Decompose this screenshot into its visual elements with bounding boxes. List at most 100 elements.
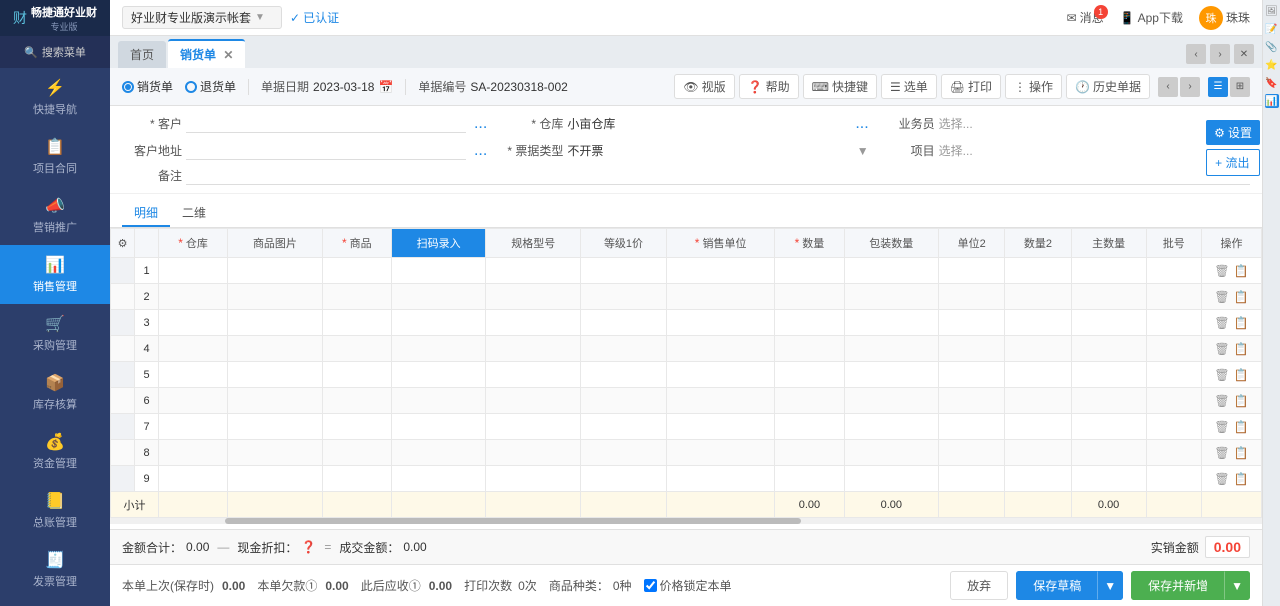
- cell-8-3[interactable]: [391, 440, 486, 466]
- sidebar-search[interactable]: 🔍 搜索菜单: [0, 36, 110, 68]
- delete-icon-3[interactable]: 🗑: [1214, 315, 1230, 331]
- cell-9-1[interactable]: [228, 466, 323, 492]
- cell-7-12[interactable]: [1146, 414, 1201, 440]
- cell-8-1[interactable]: [228, 440, 323, 466]
- cell-2-4[interactable]: [486, 284, 581, 310]
- cell-1-11[interactable]: [1071, 258, 1146, 284]
- cell-2-1[interactable]: [228, 284, 323, 310]
- cell-5-5[interactable]: [581, 362, 667, 388]
- view-btn[interactable]: 👁 视版: [674, 74, 734, 99]
- delete-icon-7[interactable]: 🗑: [1214, 419, 1230, 435]
- cell-5-1[interactable]: [228, 362, 323, 388]
- sidebar-item-invoice[interactable]: 🧾 发票管理: [0, 540, 110, 599]
- cell-5-3[interactable]: [391, 362, 486, 388]
- cell-3-0[interactable]: [159, 310, 228, 336]
- cell-1-1[interactable]: [228, 258, 323, 284]
- layout-grid-btn[interactable]: ⊞: [1230, 77, 1250, 97]
- cell-2-7[interactable]: [775, 284, 844, 310]
- copy-icon-4[interactable]: 📋: [1233, 341, 1249, 357]
- sidebar-item-tax[interactable]: 💼 税务管理: [0, 599, 110, 606]
- cell-4-12[interactable]: [1146, 336, 1201, 362]
- cell-5-8[interactable]: [844, 362, 939, 388]
- rp-icon-4[interactable]: ⭐: [1265, 58, 1279, 72]
- cell-8-12[interactable]: [1146, 440, 1201, 466]
- cell-2-5[interactable]: [581, 284, 667, 310]
- cell-8-0[interactable]: [159, 440, 228, 466]
- delete-icon-5[interactable]: 🗑: [1214, 367, 1230, 383]
- cell-5-2[interactable]: [322, 362, 391, 388]
- cell-4-8[interactable]: [844, 336, 939, 362]
- cell-4-7[interactable]: [775, 336, 844, 362]
- history-btn[interactable]: 🕐 历史单据: [1066, 74, 1150, 99]
- sidebar-item-project-contract[interactable]: 📋 项目合同: [0, 127, 110, 186]
- cell-7-2[interactable]: [322, 414, 391, 440]
- price-lock-checkbox[interactable]: [644, 579, 657, 592]
- cell-2-8[interactable]: [844, 284, 939, 310]
- delete-icon-6[interactable]: 🗑: [1214, 393, 1230, 409]
- cell-4-0[interactable]: [159, 336, 228, 362]
- tab-2d[interactable]: 二维: [170, 200, 218, 227]
- cell-1-5[interactable]: [581, 258, 667, 284]
- cell-4-10[interactable]: [1005, 336, 1071, 362]
- delete-icon-8[interactable]: 🗑: [1214, 445, 1230, 461]
- cell-1-9[interactable]: [939, 258, 1005, 284]
- operations-btn[interactable]: ⋮ 操作: [1005, 74, 1062, 99]
- cell-3-1[interactable]: [228, 310, 323, 336]
- cell-1-8[interactable]: [844, 258, 939, 284]
- tab-home[interactable]: 首页: [118, 41, 166, 68]
- cell-5-9[interactable]: [939, 362, 1005, 388]
- cell-4-5[interactable]: [581, 336, 667, 362]
- cell-9-0[interactable]: [159, 466, 228, 492]
- cell-9-8[interactable]: [844, 466, 939, 492]
- cell-4-3[interactable]: [391, 336, 486, 362]
- cell-6-11[interactable]: [1071, 388, 1146, 414]
- cell-3-2[interactable]: [322, 310, 391, 336]
- cell-6-6[interactable]: [666, 388, 774, 414]
- cell-4-1[interactable]: [228, 336, 323, 362]
- warehouse-dots-btn[interactable]: ...: [855, 116, 868, 132]
- cell-9-3[interactable]: [391, 466, 486, 492]
- cell-7-10[interactable]: [1005, 414, 1071, 440]
- shortcut-btn[interactable]: ⌨ 快捷键: [803, 74, 877, 99]
- tab-next-btn[interactable]: ›: [1210, 44, 1230, 64]
- cell-6-12[interactable]: [1146, 388, 1201, 414]
- cell-1-2[interactable]: [322, 258, 391, 284]
- cell-8-11[interactable]: [1071, 440, 1146, 466]
- horizontal-scrollbar[interactable]: [110, 518, 1262, 524]
- customer-dots-btn[interactable]: ...: [474, 116, 487, 132]
- save-draft-dropdown-btn[interactable]: ▼: [1097, 571, 1123, 600]
- cell-8-4[interactable]: [486, 440, 581, 466]
- cell-6-9[interactable]: [939, 388, 1005, 414]
- address-dots-btn[interactable]: ...: [474, 143, 487, 159]
- copy-icon-9[interactable]: 📋: [1233, 471, 1249, 487]
- cell-2-9[interactable]: [939, 284, 1005, 310]
- cell-2-12[interactable]: [1146, 284, 1201, 310]
- sidebar-item-accounting[interactable]: 📒 总账管理: [0, 481, 110, 540]
- cell-1-10[interactable]: [1005, 258, 1071, 284]
- cell-1-7[interactable]: [775, 258, 844, 284]
- rp-icon-1[interactable]: 🖼: [1265, 4, 1279, 18]
- scrollbar-thumb[interactable]: [225, 518, 801, 524]
- discard-btn[interactable]: 放弃: [950, 571, 1008, 600]
- tab-sales-order[interactable]: 销货单 ✕: [168, 39, 245, 68]
- copy-icon-7[interactable]: 📋: [1233, 419, 1249, 435]
- cell-3-7[interactable]: [775, 310, 844, 336]
- cell-5-0[interactable]: [159, 362, 228, 388]
- rp-icon-3[interactable]: 📎: [1265, 40, 1279, 54]
- cell-8-8[interactable]: [844, 440, 939, 466]
- cell-4-6[interactable]: [666, 336, 774, 362]
- cell-6-0[interactable]: [159, 388, 228, 414]
- add-flow-btn[interactable]: + 流出: [1206, 149, 1260, 176]
- app-download-btn[interactable]: 📱 App下载: [1120, 9, 1183, 26]
- calendar-icon[interactable]: 📅: [378, 80, 393, 94]
- cell-7-1[interactable]: [228, 414, 323, 440]
- cell-8-2[interactable]: [322, 440, 391, 466]
- cell-6-10[interactable]: [1005, 388, 1071, 414]
- cell-6-8[interactable]: [844, 388, 939, 414]
- print-btn[interactable]: 🖨 打印: [941, 74, 1001, 99]
- cell-7-9[interactable]: [939, 414, 1005, 440]
- cell-9-9[interactable]: [939, 466, 1005, 492]
- cell-3-3[interactable]: [391, 310, 486, 336]
- address-input[interactable]: [186, 141, 466, 160]
- cell-5-11[interactable]: [1071, 362, 1146, 388]
